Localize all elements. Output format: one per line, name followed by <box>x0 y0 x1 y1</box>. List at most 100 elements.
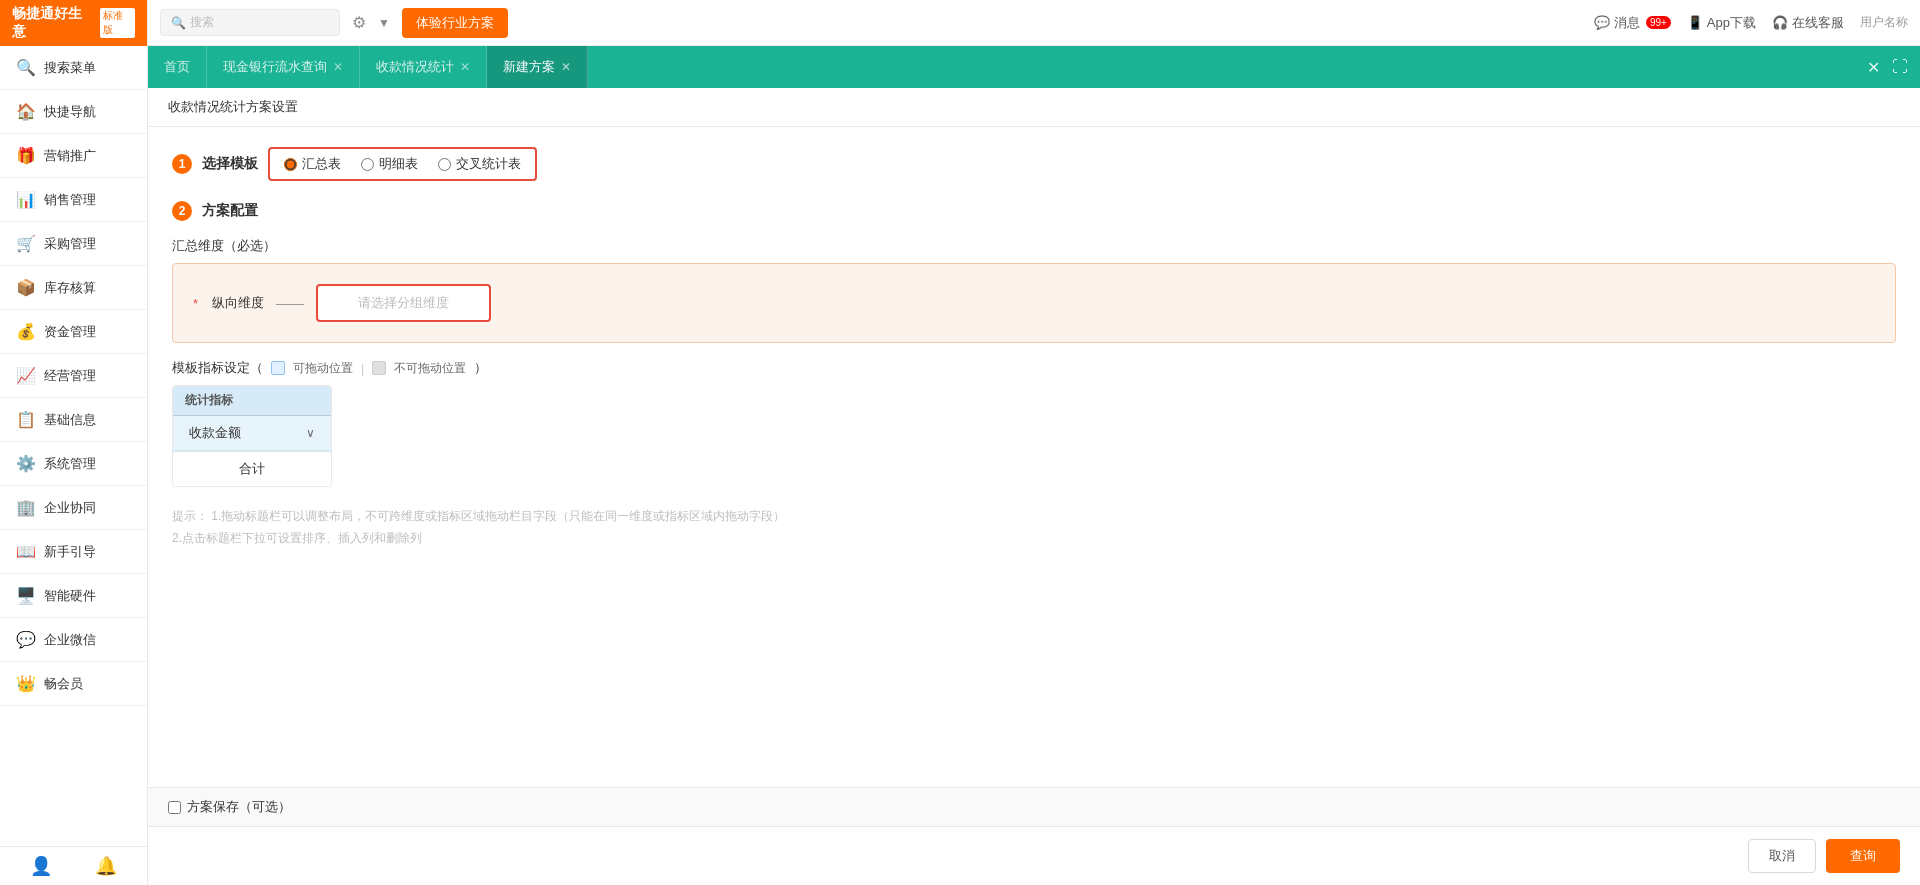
tab-home[interactable]: 首页 <box>148 46 207 88</box>
home-icon: 🏠 <box>16 102 36 121</box>
tab-bar-actions: ✕ ⛶ <box>1855 46 1920 88</box>
management-icon: 📈 <box>16 366 36 385</box>
sidebar-item-label: 资金管理 <box>44 323 96 341</box>
sidebar-item-marketing[interactable]: 🎁 营销推广 <box>0 134 147 178</box>
message-label: 消息 <box>1614 14 1640 32</box>
sidebar-item-management[interactable]: 📈 经营管理 <box>0 354 147 398</box>
sidebar-item-sales[interactable]: 📊 销售管理 <box>0 178 147 222</box>
tab-new-plan[interactable]: 新建方案 ✕ <box>487 46 588 88</box>
dimension-select-box[interactable]: 请选择分组维度 <box>316 284 491 322</box>
save-plan-checkbox[interactable]: 方案保存（可选） <box>168 798 291 816</box>
app-icon: 📱 <box>1687 15 1703 30</box>
user-bottom-icon[interactable]: 👤 <box>30 855 52 877</box>
chevron-down-icon[interactable]: ∨ <box>306 426 315 440</box>
drag-indicator <box>271 361 285 375</box>
tab-cashflow-close-icon[interactable]: ✕ <box>333 60 343 74</box>
app-download-button[interactable]: 📱 App下载 <box>1687 14 1756 32</box>
metrics-column-header[interactable]: 收款金额 ∨ <box>173 416 331 451</box>
sidebar-item-label: 企业微信 <box>44 631 96 649</box>
sidebar-item-label: 新手引导 <box>44 543 96 561</box>
sidebar-item-enterprise[interactable]: 🏢 企业协同 <box>0 486 147 530</box>
search-menu-icon: 🔍 <box>16 58 36 77</box>
radio-cross-input[interactable] <box>438 158 451 171</box>
save-plan-input[interactable] <box>168 801 181 814</box>
radio-cross[interactable]: 交叉统计表 <box>438 155 521 173</box>
tab-new-plan-label: 新建方案 <box>503 58 555 76</box>
template-selection: 汇总表 明细表 交叉统计表 <box>268 147 537 181</box>
cancel-button[interactable]: 取消 <box>1748 839 1816 873</box>
message-button[interactable]: 💬 消息 99+ <box>1594 14 1671 32</box>
sidebar: 畅捷通好生意 标准版 🔍 搜索菜单 🏠 快捷导航 🎁 营销推广 📊 销售管理 🛒… <box>0 0 148 885</box>
top-header: 🔍 搜索 ⚙ ▼ 体验行业方案 💬 消息 99+ 📱 App下载 🎧 在线客服 … <box>148 0 1920 46</box>
column-label: 收款金额 <box>189 424 241 442</box>
sidebar-item-label: 经营管理 <box>44 367 96 385</box>
sidebar-item-label: 基础信息 <box>44 411 96 429</box>
dimension-area: * 纵向维度 —— 请选择分组维度 <box>172 263 1896 343</box>
sidebar-item-finance[interactable]: 💰 资金管理 <box>0 310 147 354</box>
sidebar-item-nav[interactable]: 🏠 快捷导航 <box>0 90 147 134</box>
metrics-label: 模板指标设定（ <box>172 359 263 377</box>
step1-section: 1 选择模板 汇总表 明细表 <box>172 147 1896 181</box>
guide-icon: 📖 <box>16 542 36 561</box>
radio-detail[interactable]: 明细表 <box>361 155 418 173</box>
query-button[interactable]: 查询 <box>1826 839 1900 873</box>
sidebar-item-member[interactable]: 👑 畅会员 <box>0 662 147 706</box>
tab-receipts[interactable]: 收款情况统计 ✕ <box>360 46 487 88</box>
sidebar-item-label: 畅会员 <box>44 675 83 693</box>
nodrag-label: 不可拖动位置 <box>394 360 466 377</box>
radio-summary[interactable]: 汇总表 <box>284 155 341 173</box>
step2-section: 2 方案配置 汇总维度（必选） * 纵向维度 —— 请选择分组维度 <box>172 201 1896 549</box>
enterprise-icon: 🏢 <box>16 498 36 517</box>
arrow-icon: —— <box>276 295 304 311</box>
form-container: 1 选择模板 汇总表 明细表 <box>148 127 1920 787</box>
basic-icon: 📋 <box>16 410 36 429</box>
total-label: 合计 <box>239 461 265 476</box>
hint-2: 2.点击标题栏下拉可设置排序、插入列和删除列 <box>172 528 1896 550</box>
radio-summary-input[interactable] <box>284 158 297 171</box>
sidebar-item-purchase[interactable]: 🛒 采购管理 <box>0 222 147 266</box>
trial-industry-button[interactable]: 体验行业方案 <box>402 8 508 38</box>
sidebar-logo: 畅捷通好生意 标准版 <box>0 0 147 46</box>
sidebar-item-system[interactable]: ⚙️ 系统管理 <box>0 442 147 486</box>
step1-title: 选择模板 <box>202 155 258 173</box>
dropdown-arrow-icon[interactable]: ▼ <box>378 16 390 30</box>
tab-expand-icon[interactable]: ⛶ <box>1892 58 1908 76</box>
notification-bottom-icon[interactable]: 🔔 <box>95 855 117 877</box>
sidebar-item-hardware[interactable]: 🖥️ 智能硬件 <box>0 574 147 618</box>
search-placeholder: 搜索 <box>190 14 214 31</box>
step2-title: 方案配置 <box>202 202 258 220</box>
dimension-label: 汇总维度（必选） <box>172 238 276 253</box>
sidebar-item-inventory[interactable]: 📦 库存核算 <box>0 266 147 310</box>
tab-cashflow-label: 现金银行流水查询 <box>223 58 327 76</box>
hardware-icon: 🖥️ <box>16 586 36 605</box>
radio-detail-input[interactable] <box>361 158 374 171</box>
header-search-box[interactable]: 🔍 搜索 <box>160 9 340 36</box>
vertical-dimension-label: 纵向维度 <box>212 294 264 312</box>
metrics-table: 统计指标 收款金额 ∨ 合计 <box>172 385 332 487</box>
footer-bar: 方案保存（可选） <box>148 787 1920 826</box>
settings-icon[interactable]: ⚙ <box>352 13 366 32</box>
sidebar-item-label: 智能硬件 <box>44 587 96 605</box>
hint-section: 提示： 1.拖动标题栏可以调整布局，不可跨维度或指标区域拖动栏目字段（只能在同一… <box>172 506 1896 549</box>
sidebar-item-basic[interactable]: 📋 基础信息 <box>0 398 147 442</box>
tab-cashflow[interactable]: 现金银行流水查询 ✕ <box>207 46 360 88</box>
sidebar-item-guide[interactable]: 📖 新手引导 <box>0 530 147 574</box>
save-plan-label: 方案保存（可选） <box>187 798 291 816</box>
sidebar-bottom: 👤 🔔 <box>0 846 147 885</box>
online-service-button[interactable]: 🎧 在线客服 <box>1772 14 1844 32</box>
marketing-icon: 🎁 <box>16 146 36 165</box>
sidebar-item-wechat[interactable]: 💬 企业微信 <box>0 618 147 662</box>
user-name: 用户名称 <box>1860 14 1908 31</box>
sidebar-item-label: 系统管理 <box>44 455 96 473</box>
tab-new-plan-close-icon[interactable]: ✕ <box>561 60 571 74</box>
sidebar-item-search[interactable]: 🔍 搜索菜单 <box>0 46 147 90</box>
dimension-row: * 纵向维度 —— 请选择分组维度 <box>193 284 1875 322</box>
inventory-icon: 📦 <box>16 278 36 297</box>
radio-cross-label: 交叉统计表 <box>456 155 521 173</box>
page-title: 收款情况统计方案设置 <box>148 88 1920 127</box>
tab-home-label: 首页 <box>164 58 190 76</box>
drag-label: 可拖动位置 <box>293 360 353 377</box>
message-icon: 💬 <box>1594 15 1610 30</box>
tab-receipts-close-icon[interactable]: ✕ <box>460 60 470 74</box>
tab-close-all-icon[interactable]: ✕ <box>1867 58 1880 77</box>
